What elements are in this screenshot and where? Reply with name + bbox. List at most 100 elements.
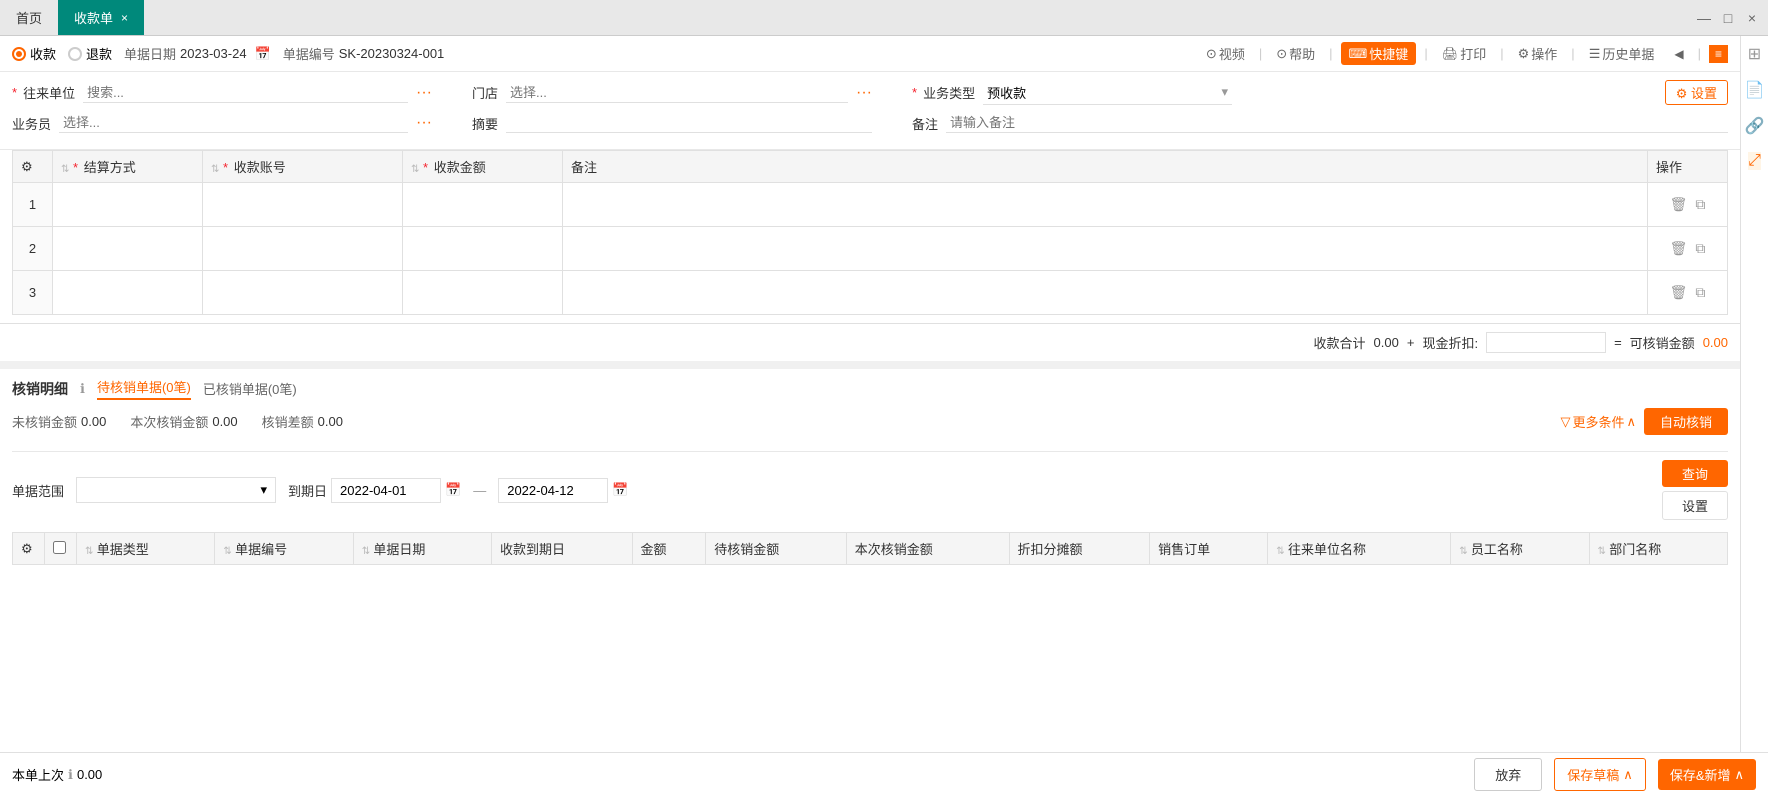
maximize-btn[interactable]: □: [1720, 10, 1736, 26]
row-settle-2[interactable]: [53, 227, 203, 271]
discount-input[interactable]: [1486, 332, 1606, 353]
total-label: 收款合计: [1314, 333, 1366, 352]
section-divider: [0, 361, 1740, 369]
info-icon[interactable]: ℹ: [80, 381, 85, 397]
calendar-icon[interactable]: 📅: [255, 46, 271, 62]
sep6: |: [1698, 46, 1701, 61]
row-account-3[interactable]: [203, 271, 403, 315]
col-remark-label: 备注: [571, 160, 597, 175]
carry-label: 本单上次: [12, 765, 64, 784]
done-tab[interactable]: 已核销单据(0笔): [203, 379, 297, 398]
col-account: ⇅ * 收款账号: [203, 151, 403, 183]
prev-icon[interactable]: ◀: [1668, 45, 1689, 63]
setting-button[interactable]: ⚙ 设置: [1665, 80, 1728, 105]
query-btn[interactable]: 查询: [1662, 460, 1728, 487]
row-amount-1[interactable]: [403, 183, 563, 227]
history-btn[interactable]: ☰ 历史单据: [1583, 42, 1661, 65]
delete-icon-3[interactable]: 🗑: [1670, 284, 1688, 301]
counterpart-more-btn[interactable]: ···: [416, 84, 432, 102]
row-amount-2[interactable]: [403, 227, 563, 271]
remark-field: 备注: [912, 113, 1728, 133]
calendar-to-icon[interactable]: 📅: [612, 482, 628, 498]
row-amount-3[interactable]: [403, 271, 563, 315]
date-to-input[interactable]: [498, 478, 608, 503]
table-row: 3 🗑 ⧉: [13, 271, 1728, 315]
row-action-3: 🗑 ⧉: [1648, 271, 1728, 315]
close-btn[interactable]: ×: [1744, 10, 1760, 26]
staff-input[interactable]: [59, 113, 408, 133]
row-num-2: 2: [13, 227, 53, 271]
help-btn[interactable]: ⊙ 帮助: [1270, 42, 1321, 65]
copy-icon-1[interactable]: ⧉: [1695, 196, 1705, 213]
row-remark-2[interactable]: [563, 227, 1648, 271]
doc-range-arrow-icon: ▾: [260, 482, 267, 498]
row-settle-1[interactable]: [53, 183, 203, 227]
doc-date-field: 单据日期 2023-03-24 📅: [124, 44, 271, 63]
unchecked-stat: 未核销金额 0.00: [12, 412, 106, 431]
print-btn[interactable]: 🖨 打印: [1436, 42, 1493, 65]
discard-button[interactable]: 放弃: [1474, 758, 1542, 791]
col-pending-amount: 待核销金额: [706, 533, 847, 565]
row-remark-1[interactable]: [563, 183, 1648, 227]
pending-tab[interactable]: 待核销单据(0笔): [97, 377, 191, 400]
row-remark-3[interactable]: [563, 271, 1648, 315]
sep2: |: [1329, 46, 1332, 61]
diff-value: 0.00: [318, 414, 343, 429]
operation-btn[interactable]: ⚙ 操作: [1512, 42, 1564, 65]
shop-input[interactable]: [506, 83, 848, 103]
video-btn[interactable]: ⊙ 视频: [1200, 42, 1251, 65]
biz-type-value: 预收款: [987, 83, 1026, 102]
draft-arrow-icon: ∧: [1623, 767, 1633, 783]
date-from-input[interactable]: [331, 478, 441, 503]
bottom-table-gear-icon[interactable]: ⚙: [21, 541, 33, 556]
verif-actions: ▽ 更多条件 ∧ 自动核销: [1560, 408, 1728, 435]
doc-date-label: 单据日期: [124, 44, 176, 63]
auto-verify-btn[interactable]: 自动核销: [1644, 408, 1728, 435]
select-all-checkbox[interactable]: [53, 541, 66, 554]
minimize-btn[interactable]: —: [1696, 10, 1712, 26]
row-settle-3[interactable]: [53, 271, 203, 315]
row-account-1[interactable]: [203, 183, 403, 227]
tab-home[interactable]: 首页: [0, 0, 58, 35]
summary-input[interactable]: [506, 113, 872, 133]
draft-button[interactable]: 保存草稿 ∧: [1554, 758, 1646, 791]
tab-receipt[interactable]: 收款单 ×: [58, 0, 144, 35]
calendar-from-icon[interactable]: 📅: [445, 482, 461, 498]
tab-close-icon[interactable]: ×: [121, 11, 128, 25]
summary-row: 收款合计 0.00 + 现金折扣: = 可核销金额 0.00: [0, 323, 1740, 361]
delete-icon-2[interactable]: 🗑: [1670, 240, 1688, 257]
col-dept-name: ⇅ 部门名称: [1589, 533, 1727, 565]
copy-icon-2[interactable]: ⧉: [1695, 240, 1705, 257]
date-from-field: 到期日 📅: [288, 478, 461, 503]
set-btn[interactable]: 设置: [1662, 491, 1728, 520]
delete-icon-1[interactable]: 🗑: [1670, 196, 1688, 213]
shortcut-btn[interactable]: ⌨ 快捷键: [1341, 42, 1417, 65]
sep1: |: [1259, 46, 1262, 61]
sidebar-link-icon[interactable]: 🔗: [1745, 116, 1765, 136]
staff-more-btn[interactable]: ···: [416, 114, 432, 132]
refund-radio[interactable]: 退款: [68, 44, 112, 63]
more-conditions-btn[interactable]: ▽ 更多条件 ∧: [1560, 412, 1636, 431]
receipt-radio[interactable]: 收款: [12, 44, 56, 63]
col-amount-label: 收款金额: [434, 160, 486, 175]
unchecked-label: 未核销金额: [12, 412, 77, 431]
save-new-button[interactable]: 保存&新增 ∧: [1658, 759, 1756, 790]
counterpart-input[interactable]: [83, 83, 408, 103]
biz-type-select[interactable]: 预收款 ▾: [983, 81, 1232, 105]
sidebar-doc-icon[interactable]: 📄: [1745, 80, 1765, 100]
list-view-icon[interactable]: ≡: [1709, 45, 1728, 63]
col-settings-icon[interactable]: ⚙: [13, 151, 53, 183]
shop-more-btn[interactable]: ···: [856, 84, 872, 102]
sidebar-table-icon[interactable]: ⊞: [1748, 44, 1761, 64]
row-account-2[interactable]: [203, 227, 403, 271]
table-row: 2 🗑 ⧉: [13, 227, 1728, 271]
doc-range-select[interactable]: ▾: [76, 477, 276, 503]
verif-header: 核销明细 ℹ 待核销单据(0笔) 已核销单据(0笔): [12, 377, 1728, 400]
remark-input[interactable]: [946, 113, 1728, 133]
sep4: |: [1500, 46, 1503, 61]
sidebar-expand-icon[interactable]: ⤢: [1748, 152, 1761, 170]
counterpart-required: *: [12, 85, 17, 100]
copy-icon-3[interactable]: ⧉: [1695, 284, 1705, 301]
table-gear-icon: ⚙: [21, 159, 33, 174]
biz-type-label: 业务类型: [923, 83, 975, 102]
